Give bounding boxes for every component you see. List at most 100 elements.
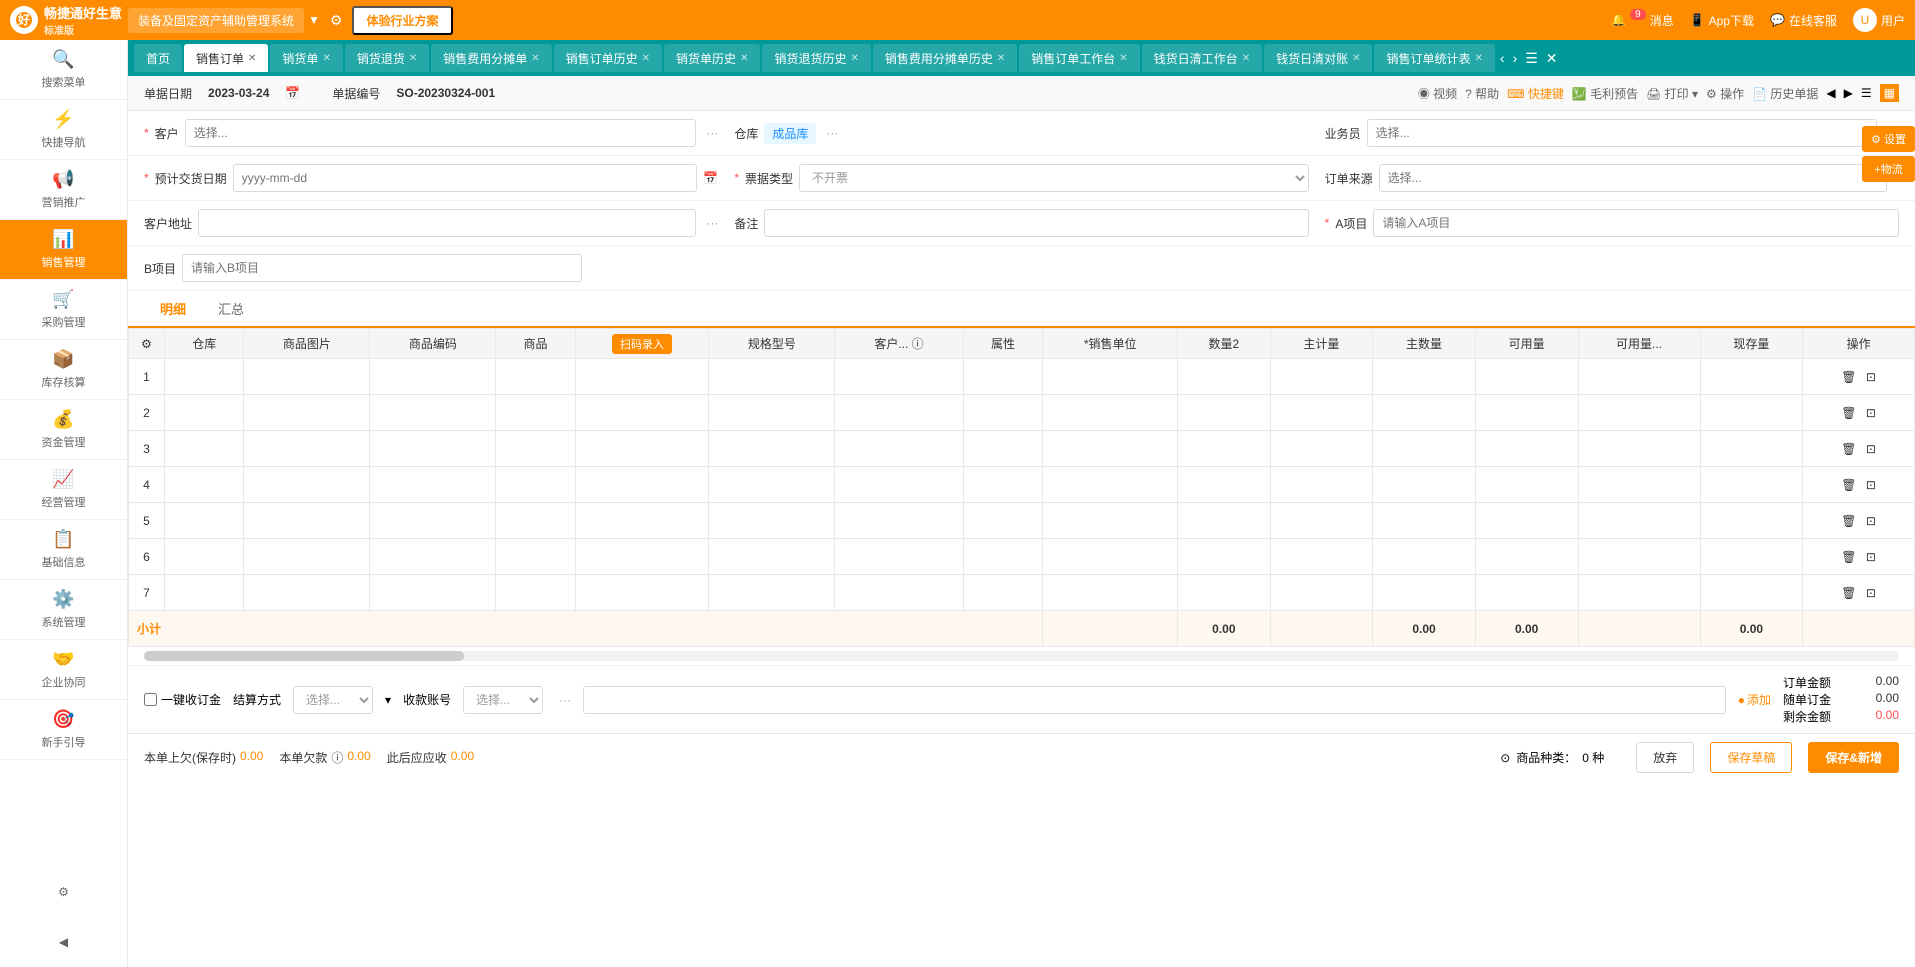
tab-cash-reconcile[interactable]: 钱货日清对账 ✕ (1264, 44, 1372, 72)
copy-icon-1[interactable]: ⊡ (1866, 370, 1876, 384)
delete-icon-3[interactable]: 🗑 (1841, 442, 1856, 456)
col-settings[interactable]: ⚙ (129, 329, 165, 359)
tab-close-cash-reconcile[interactable]: ✕ (1352, 53, 1360, 64)
delivery-date-input[interactable] (233, 164, 698, 192)
settings-quick-btn[interactable]: ⚙ 设置 (1862, 126, 1915, 152)
owe-info-icon[interactable]: ⓘ (331, 749, 343, 766)
tab-close-cash-workbench[interactable]: ✕ (1242, 53, 1250, 64)
sidebar-item-operations[interactable]: 📈 经营管理 (0, 460, 127, 520)
invoice-select[interactable]: 不开票 (799, 164, 1309, 192)
copy-icon-7[interactable]: ⊡ (1866, 586, 1876, 600)
tab-close-invoice-history[interactable]: ✕ (740, 53, 748, 64)
row-qty2-1[interactable] (1178, 359, 1270, 395)
sidebar-item-purchase[interactable]: 🛒 采购管理 (0, 280, 127, 340)
warehouse-more-icon[interactable]: ··· (826, 126, 838, 140)
video-action[interactable]: ◉ 视频 (1418, 85, 1457, 102)
tab-menu-btn[interactable]: ☰ (1521, 50, 1542, 67)
gear-icon[interactable]: ⚙ (330, 12, 343, 29)
product-icon[interactable]: ⊙ (1500, 751, 1510, 765)
tab-close-sales-return[interactable]: ✕ (409, 53, 417, 64)
tab-close-return-history[interactable]: ✕ (850, 53, 858, 64)
row-unit-1[interactable] (1043, 359, 1178, 395)
row-product-1[interactable] (496, 359, 575, 395)
row-spec-1[interactable] (709, 359, 835, 395)
table-scroll-bar[interactable] (144, 651, 1899, 661)
settlement-select[interactable]: 选择... (293, 686, 373, 714)
row-warehouse-1[interactable] (165, 359, 244, 395)
tab-order-workbench[interactable]: 销售订单工作台 ✕ (1019, 44, 1139, 72)
order-source-input[interactable] (1379, 164, 1887, 192)
receipt-more-icon[interactable]: ··· (559, 693, 571, 707)
col-available2[interactable]: 可用量... (1578, 329, 1700, 359)
sidebar-item-sales[interactable]: 📊 销售管理 (0, 220, 127, 280)
col-main-unit[interactable]: 主计量 (1270, 329, 1373, 359)
tab-return-history[interactable]: 销货退货历史 ✕ (762, 44, 870, 72)
row-attr-1[interactable] (963, 359, 1042, 395)
tab-close-sales-order[interactable]: ✕ (248, 53, 256, 64)
copy-icon-5[interactable]: ⊡ (1866, 514, 1876, 528)
tab-home[interactable]: 首页 (134, 44, 182, 72)
col-available[interactable]: 可用量 (1475, 329, 1578, 359)
sidebar-item-guide[interactable]: 🎯 新手引导 (0, 700, 127, 760)
delete-icon-1[interactable]: 🗑 (1841, 370, 1856, 384)
delete-icon-4[interactable]: 🗑 (1841, 478, 1856, 492)
history-action[interactable]: 📄 历史单据 (1752, 85, 1818, 102)
sidebar-item-search[interactable]: 🔍 搜索菜单 (0, 40, 127, 100)
discard-button[interactable]: 放弃 (1636, 742, 1694, 773)
row-spec-2[interactable] (709, 395, 835, 431)
col-warehouse[interactable]: 仓库 (165, 329, 244, 359)
row-custcode-2[interactable] (835, 395, 963, 431)
sidebar-item-marketing[interactable]: 📢 营销推广 (0, 160, 127, 220)
operation-action[interactable]: ⚙ 操作 (1706, 85, 1744, 102)
a-project-input[interactable] (1373, 209, 1899, 237)
col-customer-code[interactable]: 客户... ⓘ (835, 329, 963, 359)
row-warehouse-6[interactable] (165, 539, 244, 575)
tab-expense-history[interactable]: 销售费用分摊单历史 ✕ (873, 44, 1017, 72)
row-code-1[interactable] (370, 359, 496, 395)
save-draft-button[interactable]: 保存草稿 (1710, 742, 1792, 773)
sidebar-item-quicknav[interactable]: ⚡ 快捷导航 (0, 100, 127, 160)
copy-icon-6[interactable]: ⊡ (1866, 550, 1876, 564)
tab-sales-return[interactable]: 销货退货 ✕ (345, 44, 429, 72)
scan-button[interactable]: 扫码录入 (612, 334, 672, 354)
app-download[interactable]: 📱 App下载 (1690, 12, 1754, 29)
delete-icon-5[interactable]: 🗑 (1841, 514, 1856, 528)
copy-icon-2[interactable]: ⊡ (1866, 406, 1876, 420)
tab-invoice-history[interactable]: 销货单历史 ✕ (664, 44, 760, 72)
row-warehouse-3[interactable] (165, 431, 244, 467)
tab-close-all-btn[interactable]: ✕ (1542, 50, 1562, 67)
shortcut-action[interactable]: ⌨ 快捷键 (1507, 85, 1564, 102)
tab-close-order-history[interactable]: ✕ (642, 53, 650, 64)
delete-icon-7[interactable]: 🗑 (1841, 586, 1856, 600)
tab-summary[interactable]: 汇总 (202, 291, 260, 326)
tab-close-expense-history[interactable]: ✕ (997, 53, 1005, 64)
copy-icon-3[interactable]: ⊡ (1866, 442, 1876, 456)
sidebar-item-inventory[interactable]: 📦 库存核算 (0, 340, 127, 400)
sidebar-collapse[interactable]: ◀ (0, 917, 127, 967)
delete-icon-2[interactable]: 🗑 (1841, 406, 1856, 420)
copy-icon-4[interactable]: ⊡ (1866, 478, 1876, 492)
list-view-icon[interactable]: ☰ (1861, 86, 1872, 100)
delete-icon-6[interactable]: 🗑 (1841, 550, 1856, 564)
save-new-button[interactable]: 保存&新增 (1808, 742, 1899, 773)
sidebar-item-basic[interactable]: 📋 基础信息 (0, 520, 127, 580)
col-attribute[interactable]: 属性 (963, 329, 1042, 359)
system-name[interactable]: 装备及固定资产辅助管理系统 (128, 8, 304, 33)
table-scroll-thumb[interactable] (144, 651, 464, 661)
sidebar-item-finance[interactable]: 💰 资金管理 (0, 400, 127, 460)
col-product[interactable]: 商品 (496, 329, 575, 359)
customer-input[interactable] (185, 119, 697, 147)
one-click-checkbox[interactable] (144, 693, 157, 706)
sidebar-item-enterprise[interactable]: 🤝 企业协同 (0, 640, 127, 700)
help-action[interactable]: ? 帮助 (1465, 85, 1499, 102)
sidebar-item-system[interactable]: ⚙️ 系统管理 (0, 580, 127, 640)
next-record-icon[interactable]: ▶ (1844, 86, 1853, 100)
tab-detail[interactable]: 明细 (144, 291, 202, 328)
row-product-2[interactable] (496, 395, 575, 431)
row-unit-2[interactable] (1043, 395, 1178, 431)
tab-next-btn[interactable]: › (1509, 50, 1522, 66)
b-project-input[interactable] (182, 254, 582, 282)
calendar-icon[interactable]: 📅 (285, 86, 300, 100)
tab-close-sales-invoice[interactable]: ✕ (322, 53, 330, 64)
prev-record-icon[interactable]: ◀ (1826, 86, 1835, 100)
